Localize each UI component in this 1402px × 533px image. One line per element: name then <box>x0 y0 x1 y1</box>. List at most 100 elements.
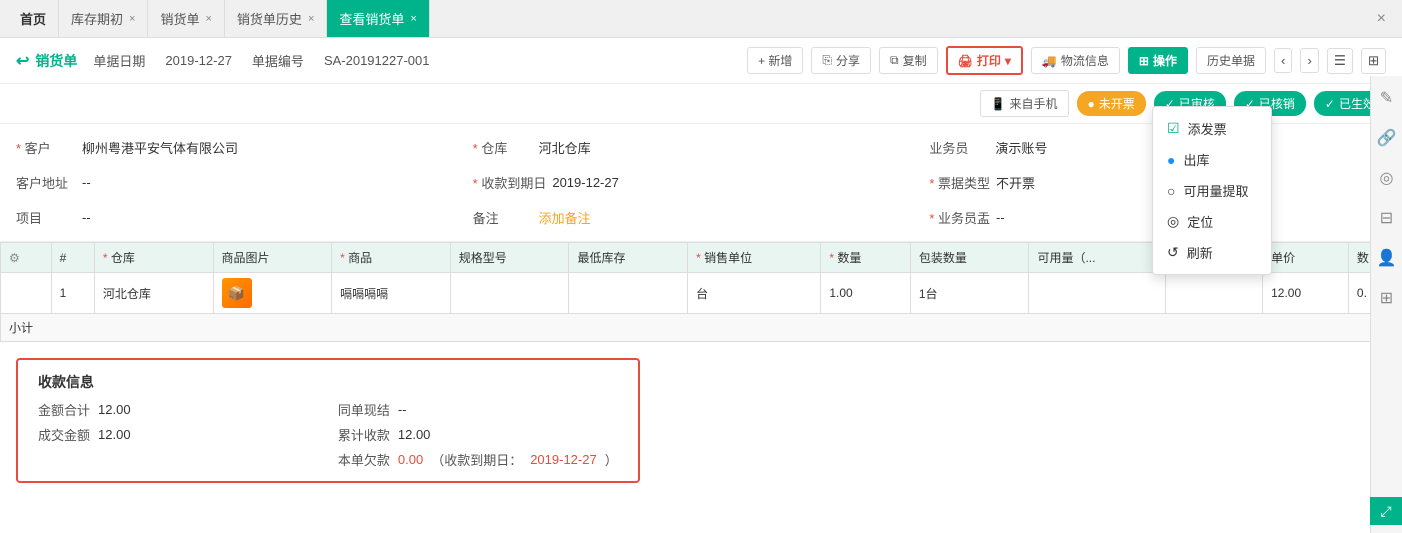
add-invoice-icon: ☑ <box>1167 120 1180 137</box>
tab-view-sales-close[interactable]: × <box>410 13 416 25</box>
share-button[interactable]: ⎘ 分享 <box>811 47 871 74</box>
project-row: 项目 -- <box>16 204 473 231</box>
circle-icon[interactable]: ◎ <box>1376 164 1398 192</box>
add-invoice-item[interactable]: ☑ 添发票 <box>1153 113 1271 144</box>
not-open-button[interactable]: ● 未开票 <box>1077 91 1146 116</box>
ticket-type-label: 票据类型 <box>929 173 990 192</box>
tab-sales-history-close[interactable]: × <box>308 13 314 25</box>
view-grid-button[interactable]: ⊞ <box>1361 48 1386 74</box>
link-icon[interactable]: 🔗 <box>1373 124 1401 152</box>
copy-button[interactable]: ⧉ 复制 <box>879 47 938 74</box>
grid-icon: ⊞ <box>1139 54 1149 68</box>
tab-inventory[interactable]: 库存期初 × <box>59 0 148 37</box>
document-meta: 单据日期 2019-12-27 单据编号 SA-20191227-001 <box>93 51 429 70</box>
payment-box: 收款信息 金额合计 12.00 同单现结 -- 成交金额 12.00 累计收款 … <box>16 358 640 483</box>
remark-row: 备注 添加备注 <box>473 204 930 231</box>
available-pick-label: 可用量提取 <box>1183 181 1248 200</box>
date-value: 2019-12-27 <box>165 53 232 68</box>
settings-icon[interactable]: ⚙ <box>9 251 20 265</box>
subtotal-row: 小计 <box>1 314 1402 342</box>
expand-button[interactable]: ⤢ <box>1370 497 1402 525</box>
col-image: 商品图片 <box>213 243 332 273</box>
project-label: 项目 <box>16 208 76 227</box>
window-close-icon[interactable]: × <box>1369 10 1394 27</box>
add-remark-button[interactable]: 添加备注 <box>539 208 591 227</box>
col-product: 商品 <box>332 243 451 273</box>
nav-prev-button[interactable]: ‹ <box>1274 48 1292 73</box>
payment-date-label: 收款到期日 <box>473 173 547 192</box>
warehouse-label: 仓库 <box>473 138 533 157</box>
project-value: -- <box>82 210 91 225</box>
available-pick-item[interactable]: ○ 可用量提取 <box>1153 175 1271 206</box>
new-button[interactable]: + 新增 <box>747 47 803 74</box>
balance-note-end: ） <box>605 450 618 469</box>
bottom-section: 收款信息 金额合计 12.00 同单现结 -- 成交金额 12.00 累计收款 … <box>0 342 1402 499</box>
logistics-button[interactable]: 🚚 物流信息 <box>1031 47 1120 74</box>
remark-label: 备注 <box>473 208 533 227</box>
print-button[interactable]: 🖨 打印 ▾ <box>946 46 1023 75</box>
tab-inventory-close[interactable]: × <box>129 13 135 25</box>
cumulative-row: 累计收款 12.00 <box>338 425 618 444</box>
refresh-item[interactable]: ↺ 刷新 <box>1153 237 1271 268</box>
row-stock <box>1166 273 1263 314</box>
payment-date-value: 2019-12-27 <box>552 175 619 190</box>
nav-next-button[interactable]: › <box>1300 48 1318 73</box>
customer-label: 客户 <box>16 138 76 157</box>
balance-note: （收款到期日： <box>431 450 522 469</box>
row-spec <box>450 273 569 314</box>
tab-sales-close[interactable]: × <box>205 13 211 25</box>
history-button[interactable]: 历史单据 <box>1196 47 1266 74</box>
transaction-value: 12.00 <box>98 427 131 442</box>
tab-view-sales-label: 查看销货单 <box>339 9 404 28</box>
from-phone-button[interactable]: 📱 来自手机 <box>980 90 1069 117</box>
col-settings[interactable]: ⚙ <box>1 243 52 273</box>
tab-home[interactable]: 首页 <box>8 0 59 37</box>
row-product: 嗝嗝嗝嗝 <box>332 273 451 314</box>
tab-sales-history[interactable]: 销货单历史 × <box>225 0 327 37</box>
warehouse-row: 仓库 河北仓库 <box>473 134 930 161</box>
transaction-row: 成交金额 12.00 <box>38 425 318 444</box>
subtract-icon[interactable]: ⊟ <box>1376 204 1397 232</box>
document-header: ↩ 销货单 单据日期 2019-12-27 单据编号 SA-20191227-0… <box>0 38 1402 84</box>
edit-icon[interactable]: ✎ <box>1376 84 1397 112</box>
user-icon[interactable]: 👤 <box>1373 244 1401 272</box>
refresh-icon: ↺ <box>1167 244 1179 261</box>
expand-icon: ⤢ <box>1380 503 1391 520</box>
total-amount-value: 12.00 <box>98 402 131 417</box>
row-available <box>1029 273 1166 314</box>
col-price: 单价 <box>1263 243 1349 273</box>
address-row: 客户地址 -- <box>16 169 473 196</box>
ticket-type-value: 不开票 <box>996 173 1035 192</box>
add-invoice-label: 添发票 <box>1188 119 1227 138</box>
col-min-stock: 最低库存 <box>569 243 688 273</box>
view-list-button[interactable]: ☰ <box>1327 48 1353 74</box>
tab-home-label: 首页 <box>20 9 46 28</box>
table-row: 1 河北仓库 📦 嗝嗝嗝嗝 台 1.00 1台 12.00 0. <box>1 273 1402 314</box>
col-pack-qty: 包装数量 <box>910 243 1029 273</box>
locate-item[interactable]: ◎ 定位 <box>1153 206 1271 237</box>
print-dropdown-icon: ▾ <box>1005 54 1011 68</box>
tab-view-sales[interactable]: 查看销货单 × <box>327 0 429 37</box>
col-quantity: 数量 <box>821 243 910 273</box>
operate-button[interactable]: ⊞ 操作 <box>1128 47 1188 74</box>
staff-label: 业务员 <box>929 138 989 157</box>
address-label: 客户地址 <box>16 173 76 192</box>
locate-label: 定位 <box>1187 212 1213 231</box>
available-pick-icon: ○ <box>1167 183 1175 199</box>
tab-inventory-label: 库存期初 <box>71 9 123 28</box>
row-index: 1 <box>51 273 94 314</box>
balance-value: 0.00 <box>398 452 423 467</box>
row-image: 📦 <box>213 273 332 314</box>
print-icon: 🖨 <box>958 54 973 68</box>
transaction-label: 成交金额 <box>38 425 90 444</box>
grid-sidebar-icon[interactable]: ⊞ <box>1376 284 1397 312</box>
dot-icon: ● <box>1088 97 1095 111</box>
tab-sales[interactable]: 销货单 × <box>148 0 224 37</box>
balance-label: 本单欠款 <box>338 450 390 469</box>
balance-date: 2019-12-27 <box>530 452 597 467</box>
outbound-item[interactable]: ● 出库 <box>1153 144 1271 175</box>
refresh-label: 刷新 <box>1187 243 1213 262</box>
right-sidebar: ✎ 🔗 ◎ ⊟ 👤 ⊞ ⤢ <box>1370 76 1402 533</box>
col-warehouse: 仓库 <box>94 243 213 273</box>
col-spec: 规格型号 <box>450 243 569 273</box>
